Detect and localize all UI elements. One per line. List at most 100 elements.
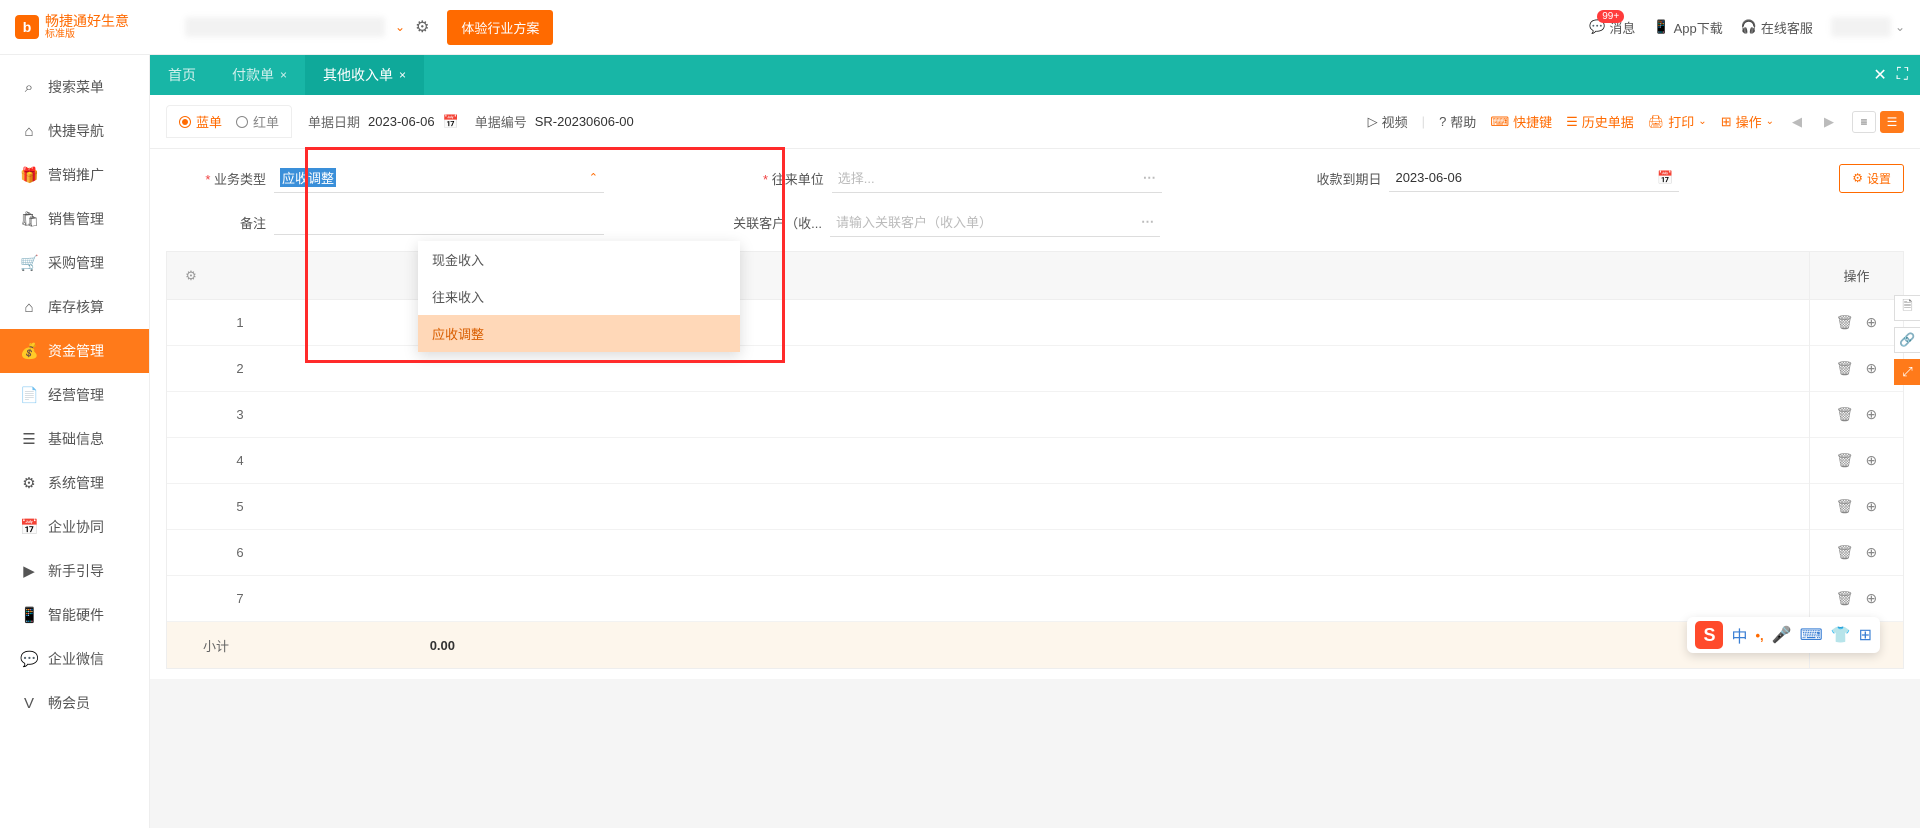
close-icon[interactable]: ×	[399, 68, 406, 82]
calendar-icon[interactable]: 📅	[443, 114, 459, 130]
table-row[interactable]: 5	[167, 484, 1809, 530]
copy-icon[interactable]: ⊕	[1866, 314, 1878, 331]
shortcut-link[interactable]: ⌨快捷键	[1490, 112, 1552, 131]
delete-icon[interactable]: 🗑	[1836, 314, 1854, 331]
due-date-label: 收款到期日	[1281, 169, 1381, 188]
app-download-link[interactable]: 📱 App下载	[1653, 18, 1722, 37]
print-link[interactable]: 🖨打印⌄	[1648, 112, 1707, 131]
sidebar-item-operation[interactable]: 📄经营管理	[0, 373, 149, 417]
row-number: 3	[215, 407, 265, 422]
close-icon[interactable]: ×	[280, 68, 287, 82]
ime-lang[interactable]: 中	[1731, 623, 1747, 647]
delete-icon[interactable]: 🗑	[1836, 360, 1854, 377]
gear-icon[interactable]: ⚙	[415, 17, 429, 37]
radio-red[interactable]: 红单	[236, 112, 279, 131]
copy-icon[interactable]: ⊕	[1866, 406, 1878, 423]
calendar-icon[interactable]: 📅	[1657, 170, 1673, 186]
ime-toolbar[interactable]: S 中 •, 🎤 ⌨ 👕 ⊞	[1687, 617, 1880, 653]
sidebar-item-marketing[interactable]: 🎁营销推广	[0, 153, 149, 197]
chevron-down-icon: ⌄	[395, 20, 405, 34]
due-date-input[interactable]: 2023-06-06 📅	[1389, 165, 1679, 192]
close-all-icon[interactable]: ✕	[1873, 65, 1886, 85]
table-settings-icon[interactable]: ⚙	[167, 268, 215, 284]
table-row[interactable]: 3	[167, 392, 1809, 438]
sidebar-item-collab[interactable]: 📅企业协同	[0, 505, 149, 549]
sidebar-item-search[interactable]: ⌕搜索菜单	[0, 65, 149, 109]
org-selector[interactable]: XXXXXXXXXXXX ⌄	[185, 17, 405, 37]
table-row[interactable]: 4	[167, 438, 1809, 484]
attach-tool-icon[interactable]: 🔗	[1894, 327, 1920, 353]
ime-mic-icon[interactable]: 🎤	[1772, 625, 1792, 645]
view-list-toggle[interactable]: ≡	[1852, 111, 1876, 133]
user-menu[interactable]: XXXXX ⌄	[1831, 17, 1905, 37]
history-link[interactable]: ☰历史单据	[1566, 112, 1634, 131]
copy-icon[interactable]: ⊕	[1866, 452, 1878, 469]
more-icon[interactable]: ⋯	[1141, 214, 1154, 230]
money-icon: 💰	[20, 342, 38, 360]
play-circle-icon: ▷	[1368, 114, 1378, 130]
delete-icon[interactable]: 🗑	[1836, 406, 1854, 423]
ime-skin-icon[interactable]: 👕	[1831, 625, 1851, 645]
tab-payment[interactable]: 付款单×	[214, 55, 305, 95]
search-icon: ⌕	[20, 79, 38, 96]
note-tool-icon[interactable]: 🗎	[1894, 295, 1920, 321]
sidebar-item-hardware[interactable]: 📱智能硬件	[0, 593, 149, 637]
next-icon[interactable]: ▶	[1820, 114, 1838, 130]
table-row[interactable]: 7	[167, 576, 1809, 622]
view-detail-toggle[interactable]: ☰	[1880, 111, 1904, 133]
sidebar-item-finance[interactable]: 💰资金管理	[0, 329, 149, 373]
video-link[interactable]: ▷视频	[1368, 112, 1408, 131]
partner-select[interactable]: 选择... ⋯	[832, 163, 1162, 193]
copy-icon[interactable]: ⊕	[1866, 360, 1878, 377]
sidebar-item-wechat[interactable]: 💬企业微信	[0, 637, 149, 681]
sidebar-item-member[interactable]: V畅会员	[0, 681, 149, 725]
settings-button[interactable]: ⚙设置	[1839, 164, 1904, 193]
table-row[interactable]: 2	[167, 346, 1809, 392]
online-service-link[interactable]: 🎧 在线客服	[1741, 18, 1813, 37]
question-icon: ?	[1439, 114, 1446, 129]
row-actions: 🗑⊕	[1810, 392, 1903, 438]
doc-date-value[interactable]: 2023-06-06	[368, 114, 435, 129]
dropdown-option-receivable[interactable]: 往来收入	[418, 278, 740, 315]
help-link[interactable]: ?帮助	[1439, 112, 1476, 131]
sidebar-item-inventory[interactable]: ⌂库存核算	[0, 285, 149, 329]
sidebar-item-guide[interactable]: ▶新手引导	[0, 549, 149, 593]
table-footer: 小计 0.00	[167, 622, 1809, 668]
table-row[interactable]: 1	[167, 300, 1809, 346]
partner-label: 往来单位	[724, 169, 824, 188]
ime-punct-icon[interactable]: •,	[1755, 628, 1763, 643]
more-icon[interactable]: ⋯	[1143, 170, 1156, 186]
row-actions: 🗑⊕	[1810, 300, 1903, 346]
copy-icon[interactable]: ⊕	[1866, 498, 1878, 515]
copy-icon[interactable]: ⊕	[1866, 590, 1878, 607]
fullscreen-icon[interactable]: ⛶	[1897, 66, 1908, 84]
logo-text: 畅捷通好生意	[45, 14, 129, 29]
tab-home[interactable]: 首页	[150, 55, 214, 95]
biz-type-select[interactable]: 应收调整 ⌃	[274, 163, 604, 193]
tab-other-income[interactable]: 其他收入单×	[305, 55, 424, 95]
remark-input[interactable]	[274, 209, 604, 235]
sidebar-item-system[interactable]: ⚙系统管理	[0, 461, 149, 505]
messages-link[interactable]: 99+ 💬 消息	[1589, 18, 1635, 37]
delete-icon[interactable]: 🗑	[1836, 452, 1854, 469]
expand-tool-icon[interactable]: ⤢	[1894, 359, 1920, 385]
prev-icon[interactable]: ◀	[1788, 114, 1806, 130]
delete-icon[interactable]: 🗑	[1836, 590, 1854, 607]
try-industry-button[interactable]: 体验行业方案	[447, 10, 553, 45]
sidebar-item-sales[interactable]: 🛍销售管理	[0, 197, 149, 241]
v-icon: V	[20, 695, 38, 712]
delete-icon[interactable]: 🗑	[1836, 498, 1854, 515]
related-customer-input[interactable]: 请输入关联客户（收入单） ⋯	[830, 207, 1160, 237]
copy-icon[interactable]: ⊕	[1866, 544, 1878, 561]
dropdown-option-cash[interactable]: 现金收入	[418, 241, 740, 278]
sidebar-item-quicknav[interactable]: ⌂快捷导航	[0, 109, 149, 153]
ime-grid-icon[interactable]: ⊞	[1859, 625, 1872, 645]
delete-icon[interactable]: 🗑	[1836, 544, 1854, 561]
operate-link[interactable]: ⊞操作⌄	[1721, 112, 1774, 131]
table-row[interactable]: 6	[167, 530, 1809, 576]
dropdown-option-adjust[interactable]: 应收调整	[418, 315, 740, 352]
ime-keyboard-icon[interactable]: ⌨	[1800, 625, 1823, 645]
radio-blue[interactable]: 蓝单	[179, 112, 222, 131]
sidebar-item-purchase[interactable]: 🛒采购管理	[0, 241, 149, 285]
sidebar-item-basicinfo[interactable]: ☰基础信息	[0, 417, 149, 461]
